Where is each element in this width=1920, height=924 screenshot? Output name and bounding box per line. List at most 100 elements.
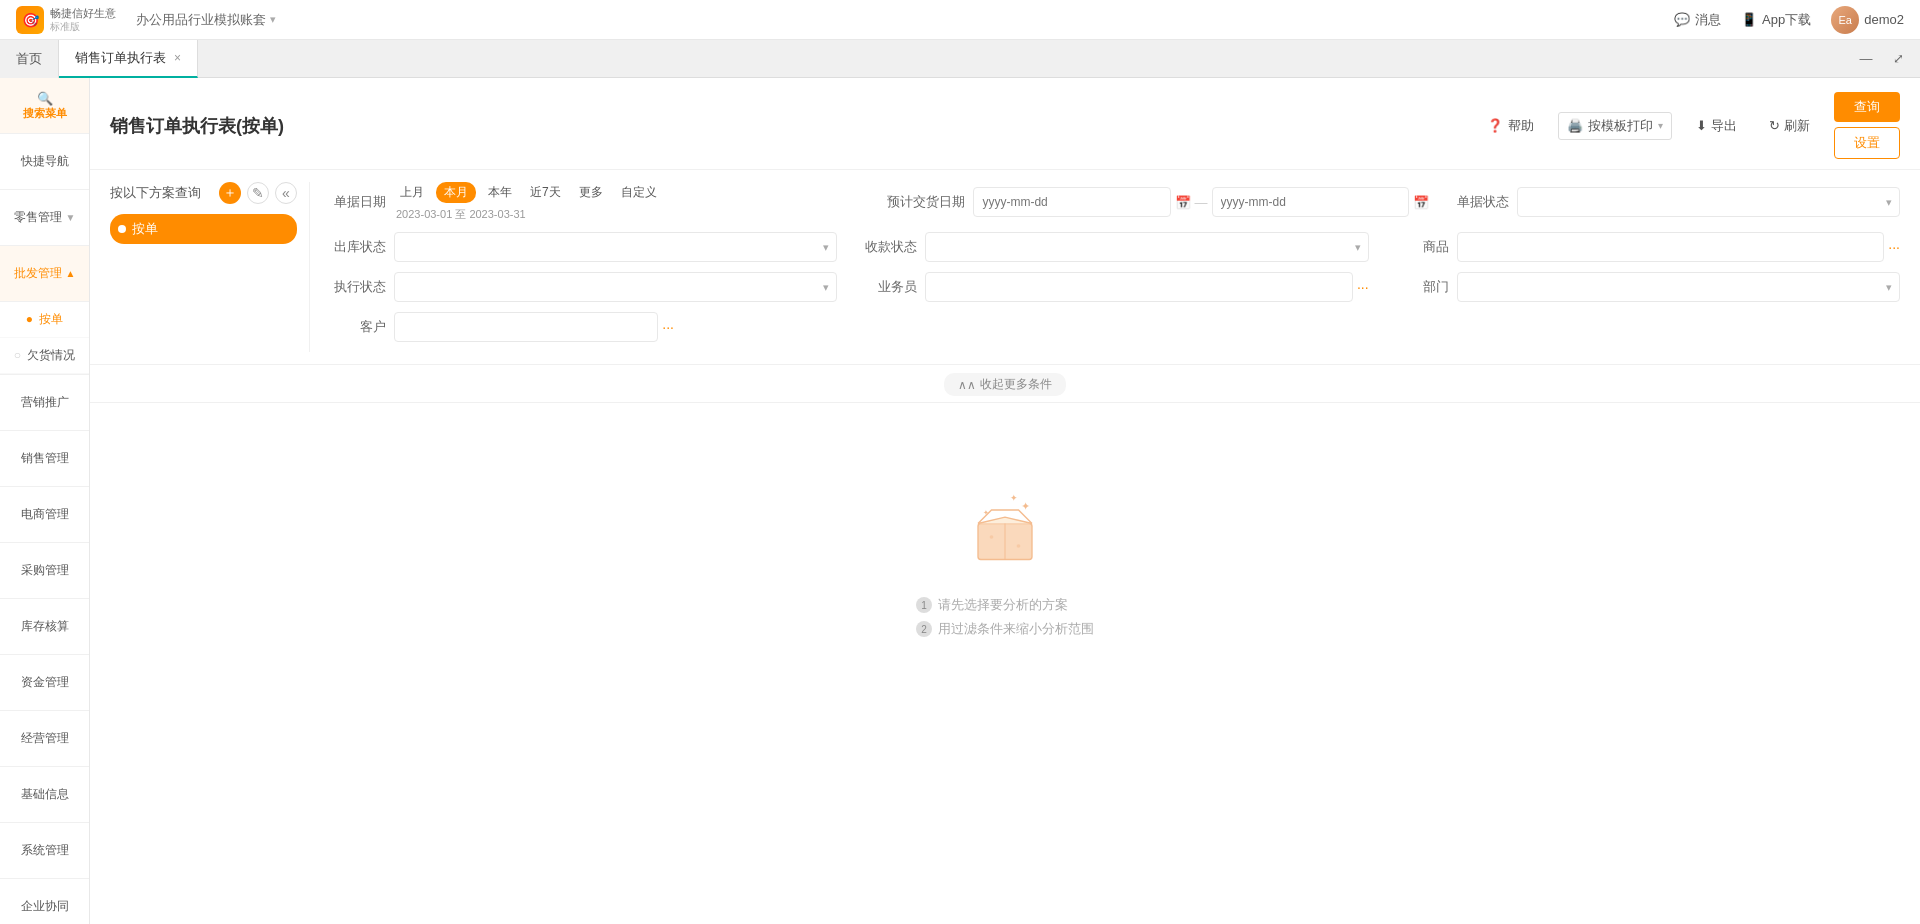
refresh-btn[interactable]: ↻ 刷新: [1761, 113, 1818, 139]
svg-text:✦: ✦: [983, 508, 989, 517]
sidebar-item-marketing[interactable]: 营销推广: [0, 375, 89, 431]
sidebar-item-enterprise[interactable]: 企业协同: [0, 879, 89, 924]
template-print-btn[interactable]: 🖨️ 按模板打印 ▾: [1558, 112, 1672, 140]
tab-bar: 首页 销售订单执行表 × — ⤢: [0, 40, 1920, 78]
date-quick-btns: 上月 本月 本年 近7天 更多 自定义: [394, 182, 867, 203]
date-btn-this-month[interactable]: 本月: [436, 182, 476, 203]
salesperson-input-wrap: ···: [925, 272, 1368, 302]
calendar-start-icon[interactable]: 📅: [1175, 195, 1191, 210]
delivery-status-label: 出库状态: [326, 238, 386, 256]
doc-status-wrap: [1517, 187, 1900, 217]
sidebar-sub-item-order[interactable]: ● 按单: [0, 302, 89, 338]
query-button[interactable]: 查询: [1834, 92, 1900, 122]
expected-date-group: 📅 — 📅: [973, 187, 1428, 217]
date-btn-custom[interactable]: 自定义: [615, 182, 663, 203]
sidebar-item-sales[interactable]: 销售管理: [0, 431, 89, 487]
doc-status-select[interactable]: [1517, 187, 1900, 217]
tab-close-icon[interactable]: ×: [174, 51, 181, 65]
expected-date-end[interactable]: [1212, 187, 1409, 217]
payment-status-select[interactable]: [925, 232, 1368, 262]
sidebar-item-system[interactable]: 系统管理: [0, 823, 89, 879]
tab-bar-actions: — ⤢: [1854, 47, 1920, 71]
sidebar-sub-menu: ● 按单 ○ 欠货情况: [0, 302, 89, 375]
product-input-wrap: ···: [1457, 232, 1900, 262]
salesperson-more-icon[interactable]: ···: [1357, 279, 1369, 295]
svg-point-6: [1017, 544, 1021, 548]
payment-status-wrap: [925, 232, 1368, 262]
sidebar-item-wholesale[interactable]: 批发管理 ▲: [0, 246, 89, 302]
filter-row-1: 单据日期 上月 本月 本年 近7天 更多 自定义: [326, 182, 1900, 222]
date-btn-this-year[interactable]: 本年: [482, 182, 518, 203]
page-title: 销售订单执行表(按单): [110, 114, 284, 138]
sidebar-search[interactable]: 🔍 搜索菜单: [0, 78, 89, 134]
sidebar-item-quick-nav[interactable]: 快捷导航: [0, 134, 89, 190]
filter-field-salesperson: 业务员 ···: [857, 272, 1368, 302]
customer-input[interactable]: [394, 312, 658, 342]
breadcrumb[interactable]: 办公用品行业模拟账套 ▾: [136, 11, 276, 29]
filter-collapse-bar: ∧∧ 收起更多条件: [90, 365, 1920, 403]
help-icon: ❓: [1487, 118, 1503, 133]
collapse-more-btn[interactable]: ∧∧ 收起更多条件: [944, 373, 1066, 396]
print-icon: 🖨️: [1567, 118, 1583, 133]
add-scheme-btn[interactable]: ＋: [219, 182, 241, 204]
sub-dot-icon: ●: [26, 312, 33, 326]
product-more-icon[interactable]: ···: [1888, 239, 1900, 255]
tab-sales-order-exec[interactable]: 销售订单执行表 ×: [59, 40, 198, 78]
sidebar-item-operations[interactable]: 经营管理: [0, 711, 89, 767]
message-icon: 💬: [1674, 12, 1690, 27]
app-logo-icon: 🎯: [16, 6, 44, 34]
scheme-item-order[interactable]: 按单: [110, 214, 297, 244]
collapse-icon: ∧∧: [958, 378, 976, 392]
settings-button[interactable]: 设置: [1834, 127, 1900, 159]
top-header-right: 💬 消息 📱 App下载 Ea demo2: [1674, 6, 1904, 34]
department-select[interactable]: [1457, 272, 1900, 302]
exec-status-select[interactable]: [394, 272, 837, 302]
tab-minimize-btn[interactable]: —: [1854, 47, 1878, 71]
sidebar-item-inventory[interactable]: 库存核算: [0, 599, 89, 655]
main-layout: 🔍 搜索菜单 快捷导航 零售管理 ▼ 批发管理 ▲ ● 按单 ○ 欠货情况 营销…: [0, 78, 1920, 924]
filter-field-department: 部门: [1389, 272, 1900, 302]
collapse-scheme-btn[interactable]: «: [275, 182, 297, 204]
export-btn[interactable]: ⬇ 导出: [1688, 113, 1745, 139]
filter-field-exec-status: 执行状态: [326, 272, 837, 302]
tab-home[interactable]: 首页: [0, 40, 59, 78]
refresh-icon: ↻: [1769, 118, 1780, 133]
help-btn[interactable]: ❓ 帮助: [1479, 113, 1542, 139]
customer-more-icon[interactable]: ···: [662, 319, 674, 335]
payment-status-label: 收款状态: [857, 238, 917, 256]
sub-circle-icon: ○: [14, 348, 21, 362]
empty-tip-2: 2 用过滤条件来缩小分析范围: [916, 620, 1094, 638]
user-profile[interactable]: Ea demo2: [1831, 6, 1904, 34]
svg-text:✦: ✦: [1010, 493, 1018, 503]
sidebar-item-ecommerce[interactable]: 电商管理: [0, 487, 89, 543]
date-btn-last-month[interactable]: 上月: [394, 182, 430, 203]
empty-tip-1: 1 请先选择要分析的方案: [916, 596, 1094, 614]
empty-state: ✦ ✦ ✦ 1 请先选择要分析的方案 2 用过滤条件来: [90, 403, 1920, 718]
page-container: 销售订单执行表(按单) ❓ 帮助 🖨️ 按模板打印 ▾ ⬇ 导出: [90, 78, 1920, 924]
department-label: 部门: [1389, 278, 1449, 296]
top-header-left: 🎯 畅捷信好生意 标准版 办公用品行业模拟账套 ▾: [16, 6, 276, 34]
message-btn[interactable]: 💬 消息: [1674, 11, 1721, 29]
avatar: Ea: [1831, 6, 1859, 34]
sidebar-sub-item-debt[interactable]: ○ 欠货情况: [0, 338, 89, 374]
calendar-end-icon[interactable]: 📅: [1413, 195, 1429, 210]
chevron-icon: ▼: [66, 212, 76, 223]
sidebar-item-finance[interactable]: 资金管理: [0, 655, 89, 711]
filter-field-doc-status: 单据状态: [1449, 187, 1900, 217]
expected-date-start[interactable]: [973, 187, 1170, 217]
date-btn-more[interactable]: 更多: [573, 182, 609, 203]
edit-scheme-btn[interactable]: ✎: [247, 182, 269, 204]
app-download-btn[interactable]: 📱 App下载: [1741, 11, 1811, 29]
product-input[interactable]: [1457, 232, 1885, 262]
tip-num-1: 1: [916, 597, 932, 613]
filter-scheme-panel: 按以下方案查询 ＋ ✎ « 按单: [110, 182, 310, 352]
tab-maximize-btn[interactable]: ⤢: [1886, 47, 1910, 71]
logo-area: 🎯 畅捷信好生意 标准版: [16, 6, 116, 34]
expected-date-label: 预计交货日期: [887, 193, 965, 211]
delivery-status-select[interactable]: [394, 232, 837, 262]
date-btn-7days[interactable]: 近7天: [524, 182, 567, 203]
salesperson-input[interactable]: [925, 272, 1353, 302]
sidebar-item-retail[interactable]: 零售管理 ▼: [0, 190, 89, 246]
sidebar-item-basic[interactable]: 基础信息: [0, 767, 89, 823]
sidebar-item-purchase[interactable]: 采购管理: [0, 543, 89, 599]
